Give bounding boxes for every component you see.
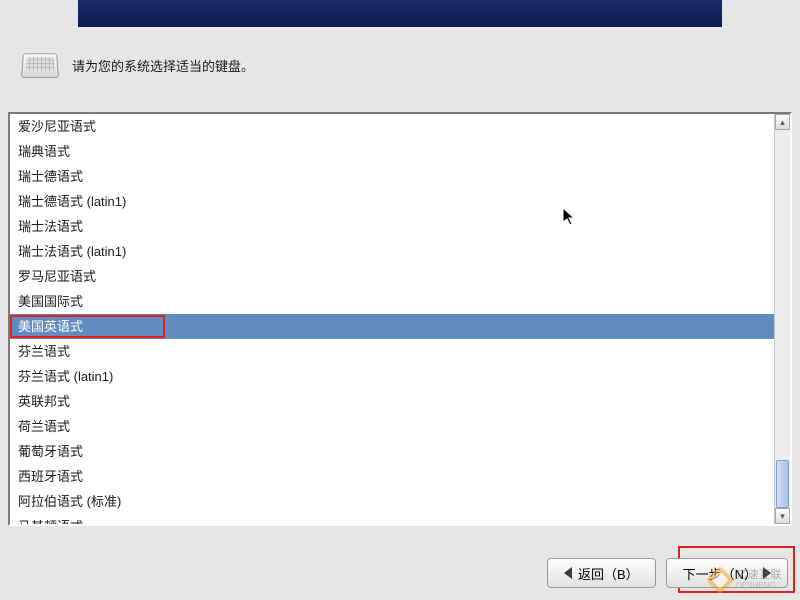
- arrow-left-icon: [564, 567, 572, 579]
- list-item[interactable]: 美国国际式: [10, 289, 774, 314]
- list-item[interactable]: 瑞士德语式 (latin1): [10, 189, 774, 214]
- instruction-row: 请为您的系统选择适当的键盘。: [22, 52, 254, 78]
- list-item[interactable]: 瑞士法语式 (latin1): [10, 239, 774, 264]
- scroll-thumb[interactable]: [776, 460, 789, 508]
- list-item[interactable]: 芬兰语式: [10, 339, 774, 364]
- list-item[interactable]: 美国英语式: [10, 314, 774, 339]
- back-button[interactable]: 返回（B）: [547, 558, 656, 588]
- scroll-up-button[interactable]: ▴: [775, 114, 790, 130]
- list-item[interactable]: 罗马尼亚语式: [10, 264, 774, 289]
- scrollbar[interactable]: ▴ ▾: [774, 114, 790, 524]
- list-item[interactable]: 阿拉伯语式 (标准): [10, 489, 774, 514]
- installer-banner: [78, 0, 722, 27]
- next-button-label: 下一步（N）: [683, 564, 757, 583]
- list-item[interactable]: 葡萄牙语式: [10, 439, 774, 464]
- scroll-track[interactable]: [775, 130, 790, 508]
- next-button[interactable]: 下一步（N）: [666, 558, 788, 588]
- scroll-down-button[interactable]: ▾: [775, 508, 790, 524]
- arrow-right-icon: [763, 567, 771, 579]
- list-item[interactable]: 瑞典语式: [10, 139, 774, 164]
- keyboard-layout-listbox[interactable]: 爱沙尼亚语式瑞典语式瑞士德语式瑞士德语式 (latin1)瑞士法语式瑞士法语式 …: [8, 112, 792, 526]
- list-item[interactable]: 英联邦式: [10, 389, 774, 414]
- list-item[interactable]: 瑞士德语式: [10, 164, 774, 189]
- keyboard-icon: [21, 53, 59, 78]
- button-bar: 返回（B） 下一步（N）: [0, 554, 800, 592]
- list-item[interactable]: 马其顿语式: [10, 514, 774, 524]
- list-item[interactable]: 芬兰语式 (latin1): [10, 364, 774, 389]
- instruction-text: 请为您的系统选择适当的键盘。: [72, 56, 254, 75]
- back-button-label: 返回（B）: [578, 564, 639, 583]
- list-item[interactable]: 西班牙语式: [10, 464, 774, 489]
- list-item[interactable]: 荷兰语式: [10, 414, 774, 439]
- list-item[interactable]: 爱沙尼亚语式: [10, 114, 774, 139]
- list-item[interactable]: 瑞士法语式: [10, 214, 774, 239]
